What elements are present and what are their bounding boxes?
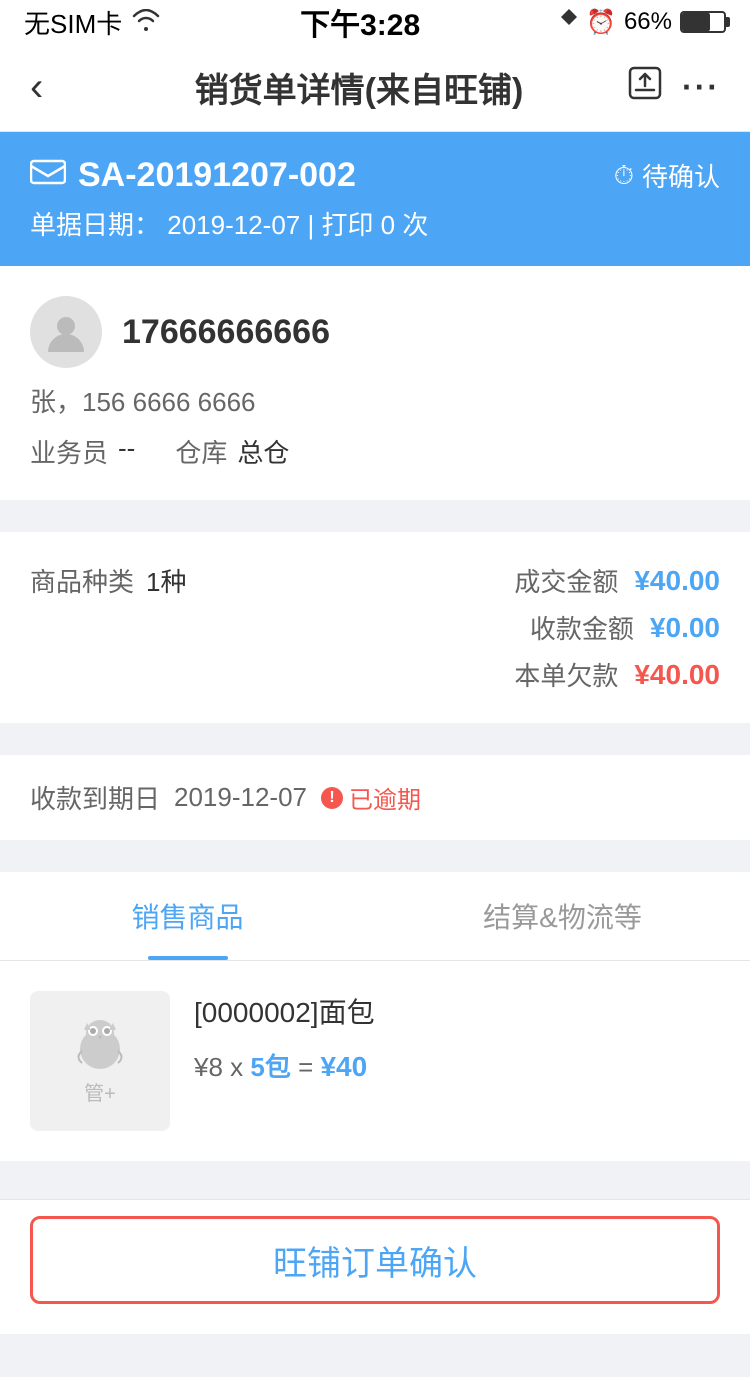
alarm-icon: ⏰ [586,8,616,37]
warehouse-label: 仓库 [175,433,227,470]
divider-1 [0,516,750,532]
customer-meta: 业务员 -- 仓库 总仓 [30,433,720,470]
due-label: 收款到期日 [30,779,160,816]
export-button[interactable] [628,66,662,109]
price-total: ¥40 [320,1051,367,1082]
product-sku: [0000002] [194,997,319,1028]
more-button[interactable]: ··· [682,69,720,106]
carrier-text: 无SIM卡 [24,4,122,41]
customer-phone: 17666666666 [122,313,330,352]
page-title: 销货单详情(来自旺铺) [90,63,628,112]
order-status: ⏱ 待确认 [614,157,720,194]
received-value: ¥0.00 [650,612,720,644]
order-id-row: SA-20191207-002 [30,156,356,195]
thumb-inner: 管+ [65,1017,135,1106]
tab-underline [148,956,228,960]
due-date-section: 收款到期日 2019-12-07 ! 已逾期 [0,755,750,840]
confirm-order-button[interactable]: 旺铺订单确认 [30,1216,720,1304]
date-value: 2019-12-07 [167,210,300,240]
warehouse-value: 总仓 [237,433,289,470]
wifi-icon [132,7,160,38]
date-label: 单据日期： [30,210,160,240]
tab-settlement-logistics[interactable]: 结算&物流等 [375,872,750,960]
summary-left: 商品种类 1种 [30,562,186,599]
product-item: 管+ [0000002]面包 ¥8 x 5包 = ¥40 [30,991,720,1131]
back-button[interactable]: ‹ [30,65,90,110]
product-price: ¥8 x 5包 = ¥40 [194,1047,720,1084]
status-right: ⏰ 66% [560,8,726,37]
tab-label-0: 销售商品 [131,896,243,936]
owed-label: 本单欠款 [514,656,618,693]
owed-value: ¥40.00 [634,659,720,691]
overdue-dot-icon: ! [321,787,343,809]
category-value: 1种 [146,562,186,599]
transaction-value: ¥40.00 [634,565,720,597]
divider-3 [0,856,750,872]
battery-percent: 66% [624,8,672,36]
warehouse-meta: 仓库 总仓 [175,433,289,470]
overdue-badge: ! 已逾期 [321,780,421,815]
tab-label-1: 结算&物流等 [483,896,642,936]
status-text: 待确认 [642,157,720,194]
price-text: ¥8 x [194,1052,250,1082]
product-name: [0000002]面包 [194,991,720,1031]
nav-actions: ··· [628,66,720,109]
location-icon [560,8,578,37]
summary-section: 商品种类 1种 成交金额 ¥40.00 收款金额 ¥0.00 本单欠款 ¥40.… [0,532,750,723]
product-section: 管+ [0000002]面包 ¥8 x 5包 = ¥40 [0,961,750,1161]
tab-sales-products[interactable]: 销售商品 [0,872,375,960]
price-equals: = [291,1052,321,1082]
product-title: 面包 [319,997,375,1028]
nav-bar: ‹ 销货单详情(来自旺铺) ··· [0,44,750,132]
status-bar: 无SIM卡 下午3:28 ⏰ 66% [0,0,750,44]
header-top: SA-20191207-002 ⏱ 待确认 [30,156,720,195]
customer-section: 17666666666 张，156 6666 6666 业务员 -- 仓库 总仓 [0,266,750,500]
avatar [30,296,102,368]
received-row: 收款金额 ¥0.00 [530,609,720,646]
sales-label: 业务员 [30,433,108,470]
product-info: [0000002]面包 ¥8 x 5包 = ¥40 [194,991,720,1084]
brand-text: 管+ [84,1077,116,1106]
sales-meta: 业务员 -- [30,433,135,470]
customer-name: 张，156 6666 6666 [30,382,720,419]
category-label: 商品种类 [30,562,134,599]
bottom-button-area: 旺铺订单确认 [0,1199,750,1334]
sales-value: -- [118,433,135,470]
status-clock-icon: ⏱ [614,160,634,192]
overdue-text: 已逾期 [349,780,421,815]
due-date-value: 2019-12-07 [174,782,307,813]
received-label: 收款金额 [530,609,634,646]
divider-2 [0,739,750,755]
transaction-label: 成交金额 [514,562,618,599]
time-display: 下午3:28 [300,0,420,44]
order-header-card: SA-20191207-002 ⏱ 待确认 单据日期： 2019-12-07 |… [0,132,750,266]
order-id-text: SA-20191207-002 [78,156,356,195]
price-qty: 5包 [250,1052,290,1082]
print-text: | 打印 0 次 [307,210,428,240]
transaction-row: 成交金额 ¥40.00 [514,562,720,599]
product-thumbnail: 管+ [30,991,170,1131]
owed-row: 本单欠款 ¥40.00 [514,656,720,693]
customer-top: 17666666666 [30,296,720,368]
order-icon [30,157,66,194]
summary-right: 成交金额 ¥40.00 收款金额 ¥0.00 本单欠款 ¥40.00 [514,562,720,693]
battery-icon [680,11,726,33]
summary-row: 商品种类 1种 成交金额 ¥40.00 收款金额 ¥0.00 本单欠款 ¥40.… [30,562,720,693]
order-date-row: 单据日期： 2019-12-07 | 打印 0 次 [30,205,720,242]
tabs-bar: 销售商品 结算&物流等 [0,872,750,961]
status-left: 无SIM卡 [24,4,160,41]
